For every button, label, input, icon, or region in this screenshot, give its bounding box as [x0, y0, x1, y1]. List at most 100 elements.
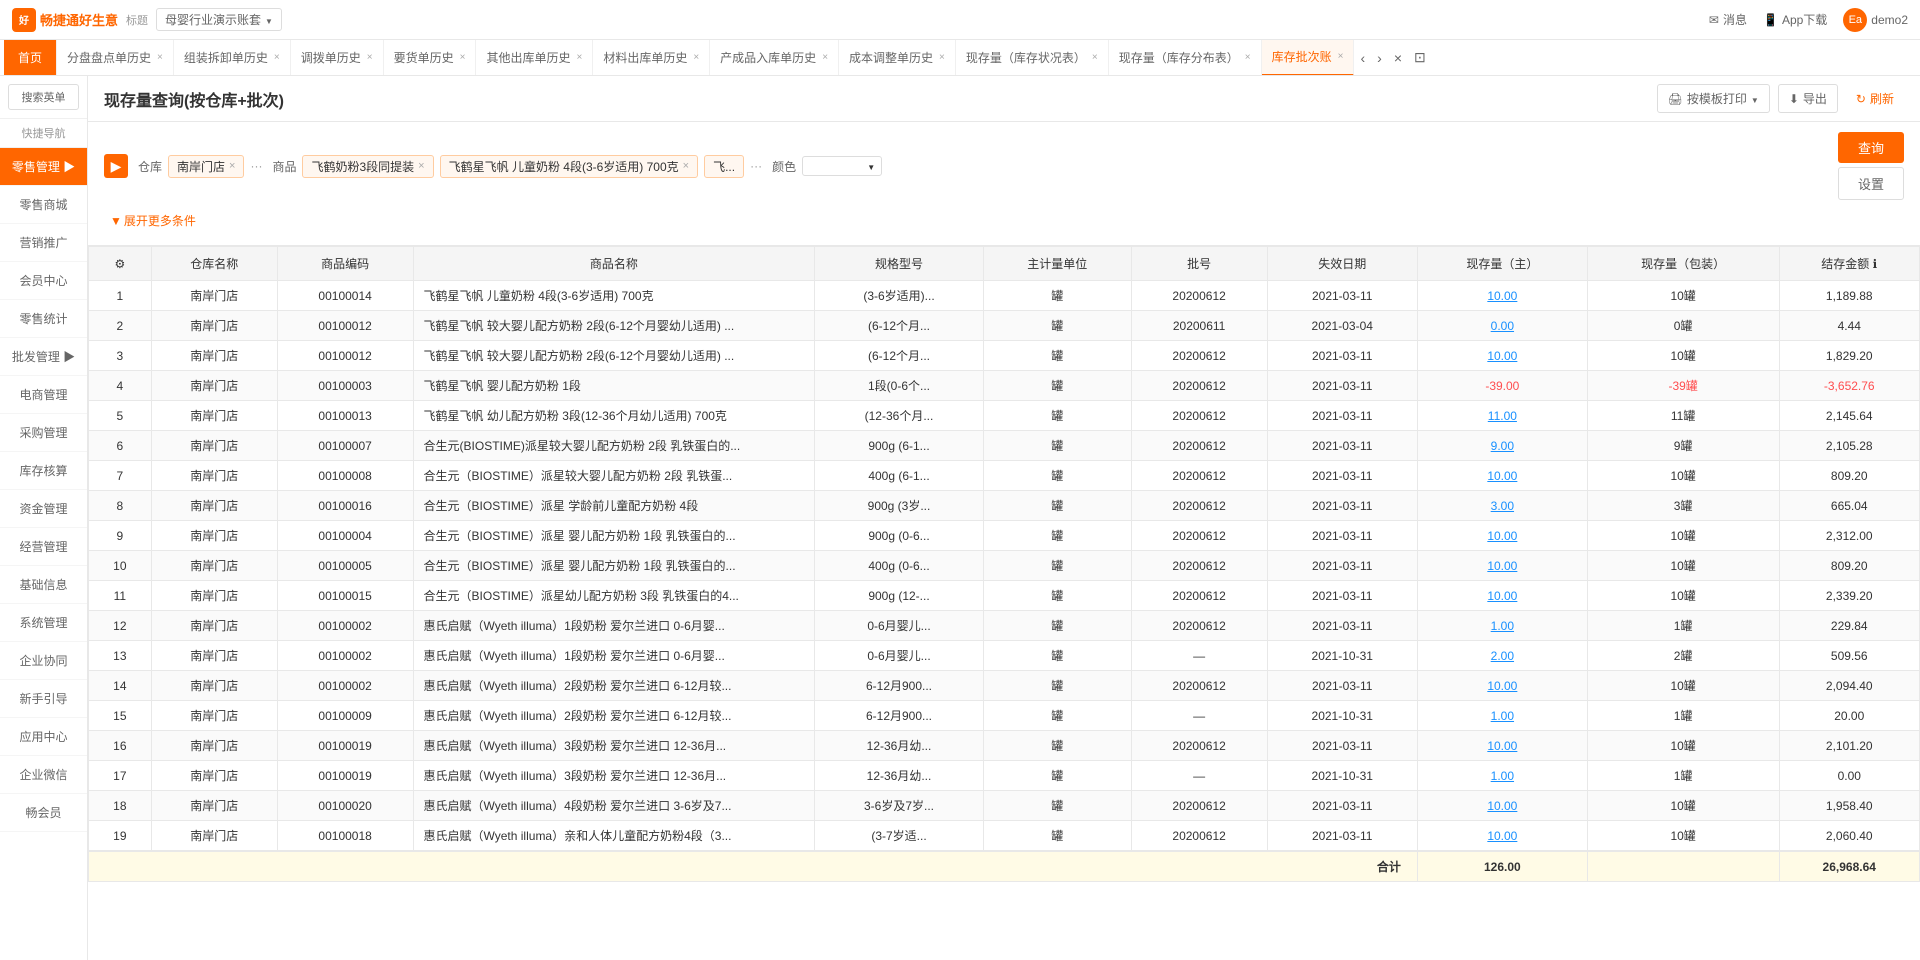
product-tag-3[interactable]: 飞...: [704, 155, 744, 178]
tab-close-icon[interactable]: ×: [367, 52, 373, 63]
tab-next-btn[interactable]: ›: [1371, 50, 1388, 66]
col-qty-main: 现存量（主）: [1417, 247, 1587, 281]
row-qty-pkg: 3罐: [1587, 491, 1779, 521]
row-qty-main[interactable]: 2.00: [1417, 641, 1587, 671]
product-tag1-close[interactable]: ×: [418, 160, 424, 172]
warehouse-tag[interactable]: 南岸门店 ×: [168, 155, 244, 178]
sidebar-nav-label[interactable]: 快捷导航: [0, 119, 87, 148]
row-name: 合生元（BIOSTIME）派星 学龄前儿童配方奶粉 4段: [413, 491, 815, 521]
search-menu-btn[interactable]: 搜索英单: [8, 84, 79, 110]
row-qty-main[interactable]: 10.00: [1417, 791, 1587, 821]
row-qty-main[interactable]: 10.00: [1417, 731, 1587, 761]
tab-more-btn[interactable]: ⊡: [1408, 49, 1432, 66]
row-qty-main[interactable]: 10.00: [1417, 671, 1587, 701]
template-print-btn[interactable]: 🖨 按模板打印: [1657, 84, 1770, 113]
tab-batch-account[interactable]: 库存批次账 ×: [1262, 40, 1355, 76]
query-btn[interactable]: 查询: [1838, 132, 1904, 163]
row-qty-main[interactable]: 1.00: [1417, 611, 1587, 641]
row-unit: 罐: [983, 401, 1131, 431]
row-batch: 20200612: [1131, 401, 1267, 431]
tab-close-icon[interactable]: ×: [1092, 52, 1098, 63]
tab-close-icon[interactable]: ×: [822, 52, 828, 63]
tab-material-out[interactable]: 材料出库单历史 ×: [593, 40, 710, 76]
row-qty-main[interactable]: 10.00: [1417, 551, 1587, 581]
sidebar-item-newbie[interactable]: 新手引导: [0, 680, 87, 718]
sidebar-item-base-info[interactable]: 基础信息: [0, 566, 87, 604]
tab-home[interactable]: 首页: [4, 40, 57, 76]
row-code: 00100019: [277, 761, 413, 791]
tab-close-icon[interactable]: ×: [460, 52, 466, 63]
tab-other-out[interactable]: 其他出库单历史 ×: [476, 40, 593, 76]
tab-close-icon[interactable]: ×: [1245, 52, 1251, 63]
row-spec: (12-36个月...: [815, 401, 984, 431]
tab-close-icon[interactable]: ×: [576, 52, 582, 63]
tab-close-all-btn[interactable]: ×: [1388, 50, 1408, 66]
row-qty-main[interactable]: 10.00: [1417, 461, 1587, 491]
tab-diaob[interactable]: 调拨单历史 ×: [291, 40, 384, 76]
sidebar-item-ecommerce[interactable]: 电商管理: [0, 376, 87, 414]
product-tag-2[interactable]: 飞鹤星飞帆 儿童奶粉 4段(3-6岁适用) 700克 ×: [440, 155, 698, 178]
app-download-btn[interactable]: 📱 App下载: [1763, 11, 1827, 28]
export-btn[interactable]: ⬇ 导出: [1778, 84, 1838, 113]
sidebar-item-retail-mall[interactable]: 零售商城: [0, 186, 87, 224]
tab-fenpan[interactable]: 分盘盘点单历史 ×: [57, 40, 174, 76]
refresh-btn[interactable]: ↻ 刷新: [1846, 85, 1904, 112]
row-amount: 2,094.40: [1779, 671, 1920, 701]
color-select[interactable]: [802, 156, 882, 176]
row-amount: 2,339.20: [1779, 581, 1920, 611]
row-qty-main[interactable]: 11.00: [1417, 401, 1587, 431]
filter-toggle-btn[interactable]: ▶: [104, 154, 128, 178]
sidebar-item-enterprise-collab[interactable]: 企业协同: [0, 642, 87, 680]
tab-close-icon[interactable]: ×: [274, 52, 280, 63]
download-icon: 📱: [1763, 13, 1778, 27]
row-qty-main[interactable]: 10.00: [1417, 281, 1587, 311]
sidebar-item-marketing[interactable]: 营销推广: [0, 224, 87, 262]
tab-inventory-dist[interactable]: 现存量（库存分布表） ×: [1109, 40, 1262, 76]
sidebar-item-app-center[interactable]: 应用中心: [0, 718, 87, 756]
row-batch: 20200612: [1131, 281, 1267, 311]
expand-conditions-btn[interactable]: ▼ 展开更多条件: [104, 206, 1904, 235]
settings-btn[interactable]: 设置: [1838, 167, 1904, 200]
sidebar-item-operations[interactable]: 经营管理: [0, 528, 87, 566]
tab-product-in[interactable]: 产成品入库单历史 ×: [710, 40, 839, 76]
product-more-btn[interactable]: ···: [750, 159, 762, 173]
row-qty-main[interactable]: 9.00: [1417, 431, 1587, 461]
warehouse-tag-close[interactable]: ×: [229, 160, 235, 172]
sidebar-item-inventory[interactable]: 库存核算: [0, 452, 87, 490]
tab-zuzhang[interactable]: 组装拆卸单历史 ×: [174, 40, 291, 76]
sidebar-item-wholesale[interactable]: 批发管理 ▶: [0, 338, 87, 376]
user-avatar[interactable]: Ea demo2: [1843, 8, 1908, 32]
product-tag2-close[interactable]: ×: [683, 160, 689, 172]
row-code: 00100007: [277, 431, 413, 461]
tab-yaohuo[interactable]: 要货单历史 ×: [384, 40, 477, 76]
tab-cost-adj[interactable]: 成本调整单历史 ×: [839, 40, 956, 76]
sidebar-item-system[interactable]: 系统管理: [0, 604, 87, 642]
sidebar-item-member-plus[interactable]: 畅会员: [0, 794, 87, 832]
workspace-dropdown[interactable]: 母婴行业演示账套: [156, 8, 282, 31]
row-qty-main[interactable]: 10.00: [1417, 341, 1587, 371]
sidebar-item-member[interactable]: 会员中心: [0, 262, 87, 300]
row-qty-main[interactable]: 1.00: [1417, 761, 1587, 791]
row-qty-main[interactable]: 0.00: [1417, 311, 1587, 341]
tab-inventory-status[interactable]: 现存量（库存状况表） ×: [956, 40, 1109, 76]
row-qty-main[interactable]: 3.00: [1417, 491, 1587, 521]
sidebar-item-finance[interactable]: 资金管理: [0, 490, 87, 528]
sidebar-item-retail-mgmt[interactable]: 零售管理 ▶: [0, 148, 87, 186]
row-qty-main[interactable]: 10.00: [1417, 521, 1587, 551]
tab-close-icon[interactable]: ×: [157, 52, 163, 63]
sidebar-item-purchase[interactable]: 采购管理: [0, 414, 87, 452]
tab-close-icon[interactable]: ×: [1338, 51, 1344, 62]
tab-close-icon[interactable]: ×: [939, 52, 945, 63]
row-no: 6: [89, 431, 152, 461]
tab-close-icon[interactable]: ×: [693, 52, 699, 63]
warehouse-more-btn[interactable]: ···: [250, 159, 262, 173]
message-btn[interactable]: ✉ 消息: [1709, 11, 1747, 28]
sidebar-item-enterprise-wechat[interactable]: 企业微信: [0, 756, 87, 794]
col-settings[interactable]: ⚙: [89, 247, 152, 281]
tab-prev-btn[interactable]: ‹: [1354, 50, 1371, 66]
sidebar-item-retail-stats[interactable]: 零售统计: [0, 300, 87, 338]
product-tag-1[interactable]: 飞鹤奶粉3段同提装 ×: [302, 155, 433, 178]
row-qty-main[interactable]: 10.00: [1417, 581, 1587, 611]
row-qty-main[interactable]: 1.00: [1417, 701, 1587, 731]
row-qty-main[interactable]: 10.00: [1417, 821, 1587, 852]
